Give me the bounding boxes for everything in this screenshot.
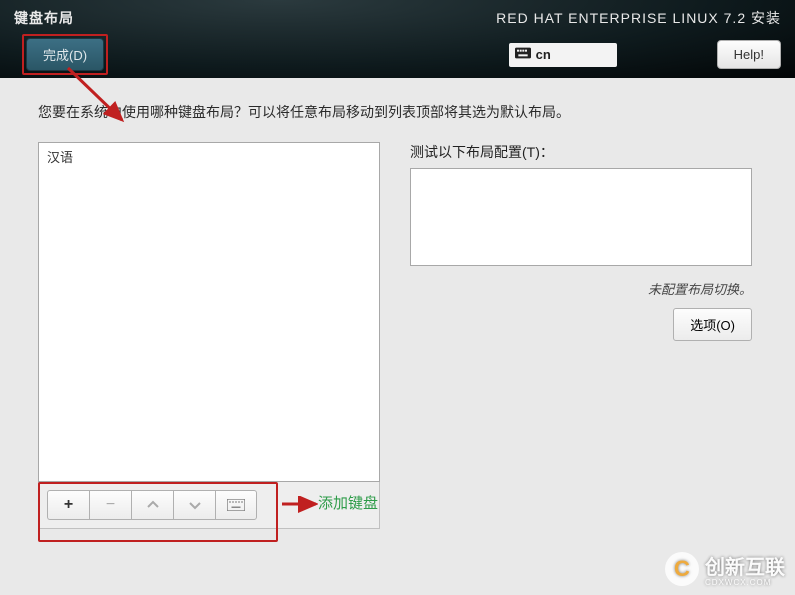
keyboard-lang-indicator[interactable]: cn	[509, 43, 617, 67]
help-button[interactable]: Help!	[717, 40, 781, 69]
add-layout-button[interactable]: +	[47, 490, 89, 520]
install-title: RED HAT ENTERPRISE LINUX 7.2 安装	[496, 8, 781, 28]
list-item[interactable]: 汉语	[39, 143, 379, 170]
minus-icon: −	[106, 496, 115, 514]
keyboard-icon	[515, 47, 536, 62]
remove-layout-button[interactable]: −	[89, 490, 131, 520]
keyboard-layout-list[interactable]: 汉语	[38, 142, 380, 482]
lang-code: cn	[536, 47, 551, 62]
layout-toolbar: + −	[38, 482, 380, 529]
annotation-done-highlight: 完成(D)	[22, 34, 108, 75]
options-button[interactable]: 选项(O)	[673, 308, 752, 341]
watermark-brand: 创新互联	[705, 557, 785, 579]
watermark: C 创新互联 CDXWCX.COM	[665, 551, 785, 587]
watermark-sub: CDXWCX.COM	[705, 578, 785, 587]
chevron-up-icon	[147, 499, 159, 511]
keyboard-icon	[227, 499, 245, 511]
test-layout-input[interactable]	[410, 168, 752, 266]
show-keyboard-button[interactable]	[215, 490, 257, 520]
move-down-button[interactable]	[173, 490, 215, 520]
move-up-button[interactable]	[131, 490, 173, 520]
done-button[interactable]: 完成(D)	[26, 38, 104, 71]
installer-header: 键盘布局 RED HAT ENTERPRISE LINUX 7.2 安装 完成(…	[0, 0, 795, 78]
test-layout-label: 测试以下布局配置(T)：	[410, 142, 757, 162]
watermark-logo-icon: C	[665, 552, 699, 586]
chevron-down-icon	[189, 499, 201, 511]
page-title: 键盘布局	[14, 8, 74, 28]
intro-text: 您要在系统中使用哪种键盘布局？可以将任意布局移动到列表顶部将其选为默认布局。	[38, 102, 757, 122]
layout-switch-note: 未配置布局切换。	[410, 279, 752, 298]
plus-icon: +	[64, 496, 73, 514]
